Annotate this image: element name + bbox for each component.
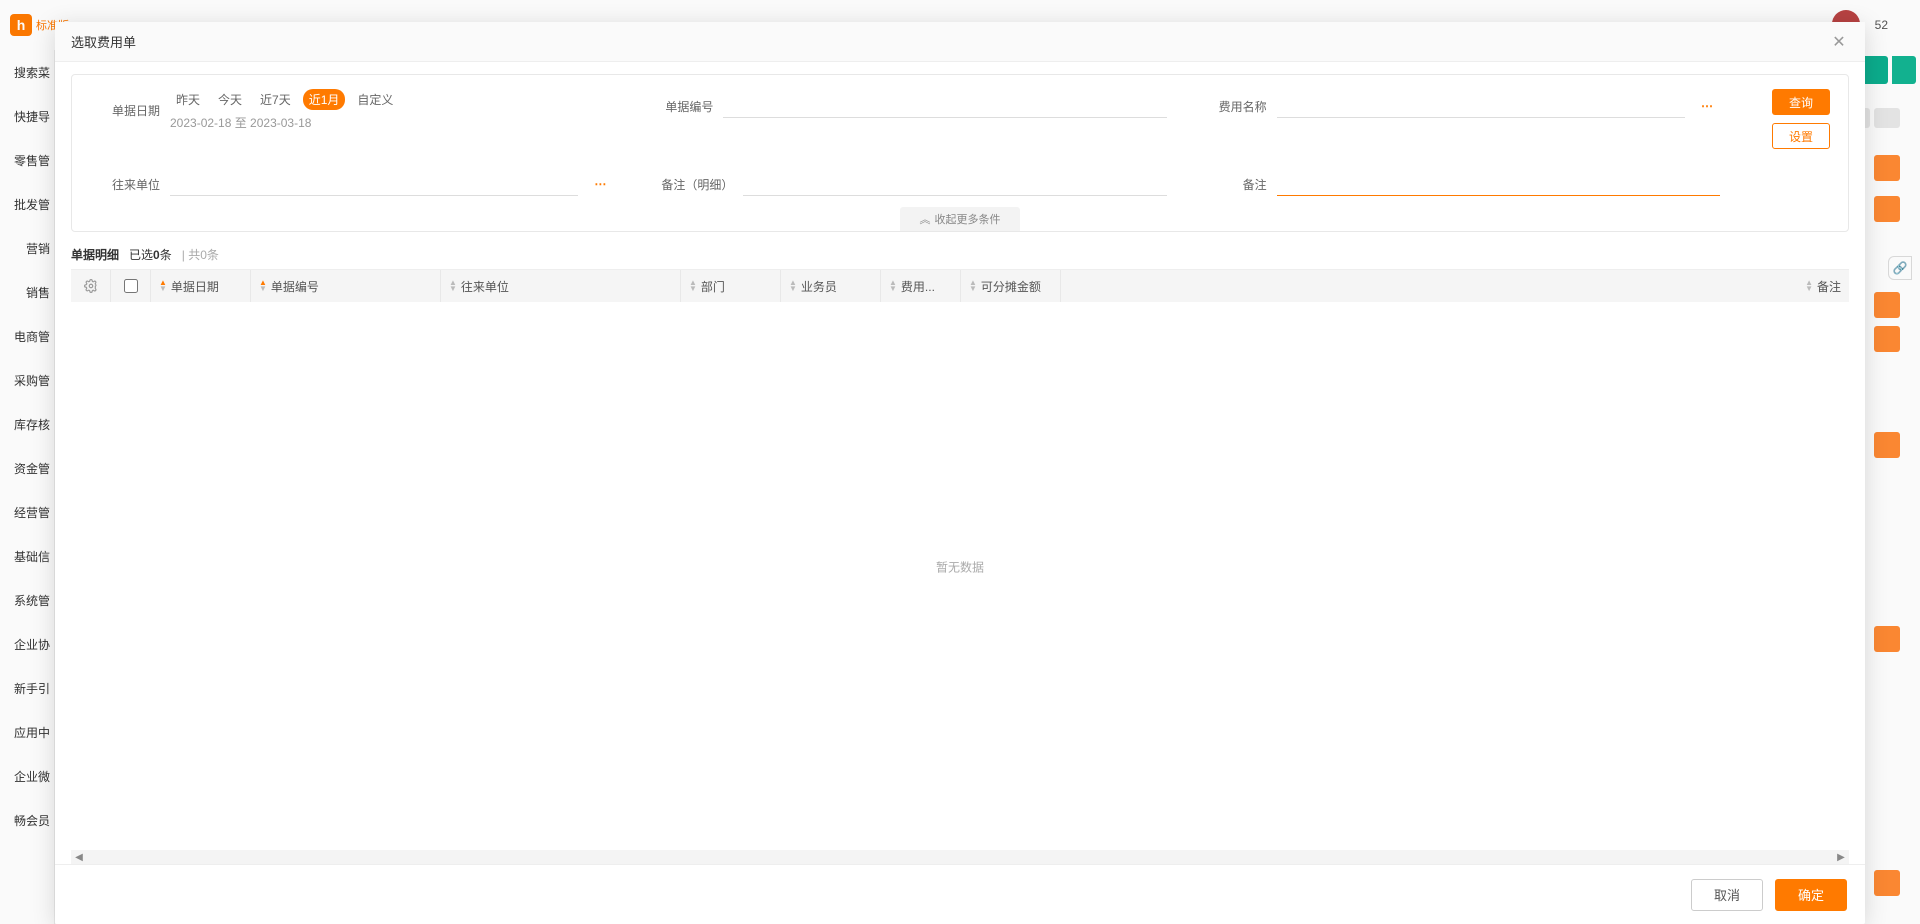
modal-footer: 取消 确定 [55,864,1865,924]
settings-button[interactable]: 设置 [1772,123,1830,149]
filter-partner-label: 往来单位 [90,176,160,193]
date-preset-custom[interactable]: 自定义 [351,89,399,110]
partner-lookup-icon[interactable]: ⋯ [588,177,613,191]
filter-date: 单据日期 昨天 今天 近7天 近1月 自定义 2023-02-18 至 2023… [90,89,613,131]
date-preset-today[interactable]: 今天 [212,89,248,110]
ok-button[interactable]: 确定 [1775,879,1847,911]
col-note[interactable]: ▲▼ 备注 [1061,270,1849,302]
filter-note-detail-label: 备注（明细） [643,176,733,193]
collapse-label: 收起更多条件 [935,211,1001,227]
modal-body: 单据日期 昨天 今天 近7天 近1月 自定义 2023-02-18 至 2023… [55,62,1865,864]
doc-no-input[interactable] [723,94,1166,118]
close-icon[interactable]: ✕ [1829,32,1849,52]
fee-name-lookup-icon[interactable]: ⋯ [1695,99,1720,113]
filter-panel: 单据日期 昨天 今天 近7天 近1月 自定义 2023-02-18 至 2023… [71,74,1849,232]
col-agent[interactable]: ▲▼ 业务员 [781,270,881,302]
col-dept[interactable]: ▲▼ 部门 [681,270,781,302]
modal-header: 选取费用单 ✕ [55,22,1865,62]
list-total: | 共0条 [182,246,219,263]
col-doc-no[interactable]: ▲▼ 单据编号 [251,270,441,302]
cancel-button[interactable]: 取消 [1691,879,1763,911]
date-presets: 昨天 今天 近7天 近1月 自定义 [170,89,399,110]
scroll-left-icon[interactable]: ◀ [73,852,85,863]
list-title: 单据明细 [71,246,119,263]
sort-icon[interactable]: ▲▼ [689,280,697,292]
note-detail-input[interactable] [743,172,1166,196]
sort-icon[interactable]: ▲▼ [789,280,797,292]
table-header: ▲▼ 单据日期 ▲▼ 单据编号 ▲▼ 往来单位 ▲▼ 部门 ▲▼ 业务员 [71,270,1849,302]
list-selected: 已选0条 [129,246,172,263]
col-partner[interactable]: ▲▼ 往来单位 [441,270,681,302]
filter-note-detail: 备注（明细） [643,167,1166,201]
date-range-text: 2023-02-18 至 2023-03-18 [170,114,399,131]
modal-title: 选取费用单 [71,32,136,51]
filter-fee-name: 费用名称 ⋯ [1197,89,1720,123]
table: ▲▼ 单据日期 ▲▼ 单据编号 ▲▼ 往来单位 ▲▼ 部门 ▲▼ 业务员 [71,269,1849,864]
sort-icon[interactable]: ▲▼ [159,280,167,292]
date-preset-1m[interactable]: 近1月 [303,89,346,110]
column-settings-icon[interactable] [71,270,111,302]
note-input[interactable] [1277,172,1720,196]
filter-doc-no-label: 单据编号 [643,98,713,115]
col-alloc[interactable]: ▲▼ 可分摊金额 [961,270,1061,302]
date-preset-yesterday[interactable]: 昨天 [170,89,206,110]
filter-fee-name-label: 费用名称 [1197,98,1267,115]
partner-input[interactable] [170,172,578,196]
sort-icon[interactable]: ▲▼ [449,280,457,292]
filter-note-label: 备注 [1197,176,1267,193]
date-preset-7d[interactable]: 近7天 [254,89,297,110]
chevron-up-icon: ︽ [920,211,931,227]
modal: 选取费用单 ✕ 单据日期 昨天 今天 近7天 近1月 自定义 [55,22,1865,924]
scroll-right-icon[interactable]: ▶ [1835,852,1847,863]
select-all-checkbox[interactable] [111,270,151,302]
list-header: 单据明细 已选0条 | 共0条 [71,246,1849,263]
query-button[interactable]: 查询 [1772,89,1830,115]
empty-state: 暂无数据 [936,559,984,576]
sort-icon[interactable]: ▲▼ [969,280,977,292]
filter-partner: 往来单位 ⋯ [90,167,613,201]
sort-icon[interactable]: ▲▼ [259,280,267,292]
horizontal-scrollbar[interactable]: ◀ ▶ [71,850,1849,864]
col-fee[interactable]: ▲▼ 费用... [881,270,961,302]
col-date[interactable]: ▲▼ 单据日期 [151,270,251,302]
fee-name-input[interactable] [1277,94,1685,118]
sort-icon[interactable]: ▲▼ [889,280,897,292]
collapse-conditions[interactable]: ︽ 收起更多条件 [900,207,1020,231]
filter-date-label: 单据日期 [90,102,160,119]
filter-doc-no: 单据编号 [643,89,1166,123]
sort-icon[interactable]: ▲▼ [1805,280,1813,292]
filter-note: 备注 [1197,167,1720,201]
